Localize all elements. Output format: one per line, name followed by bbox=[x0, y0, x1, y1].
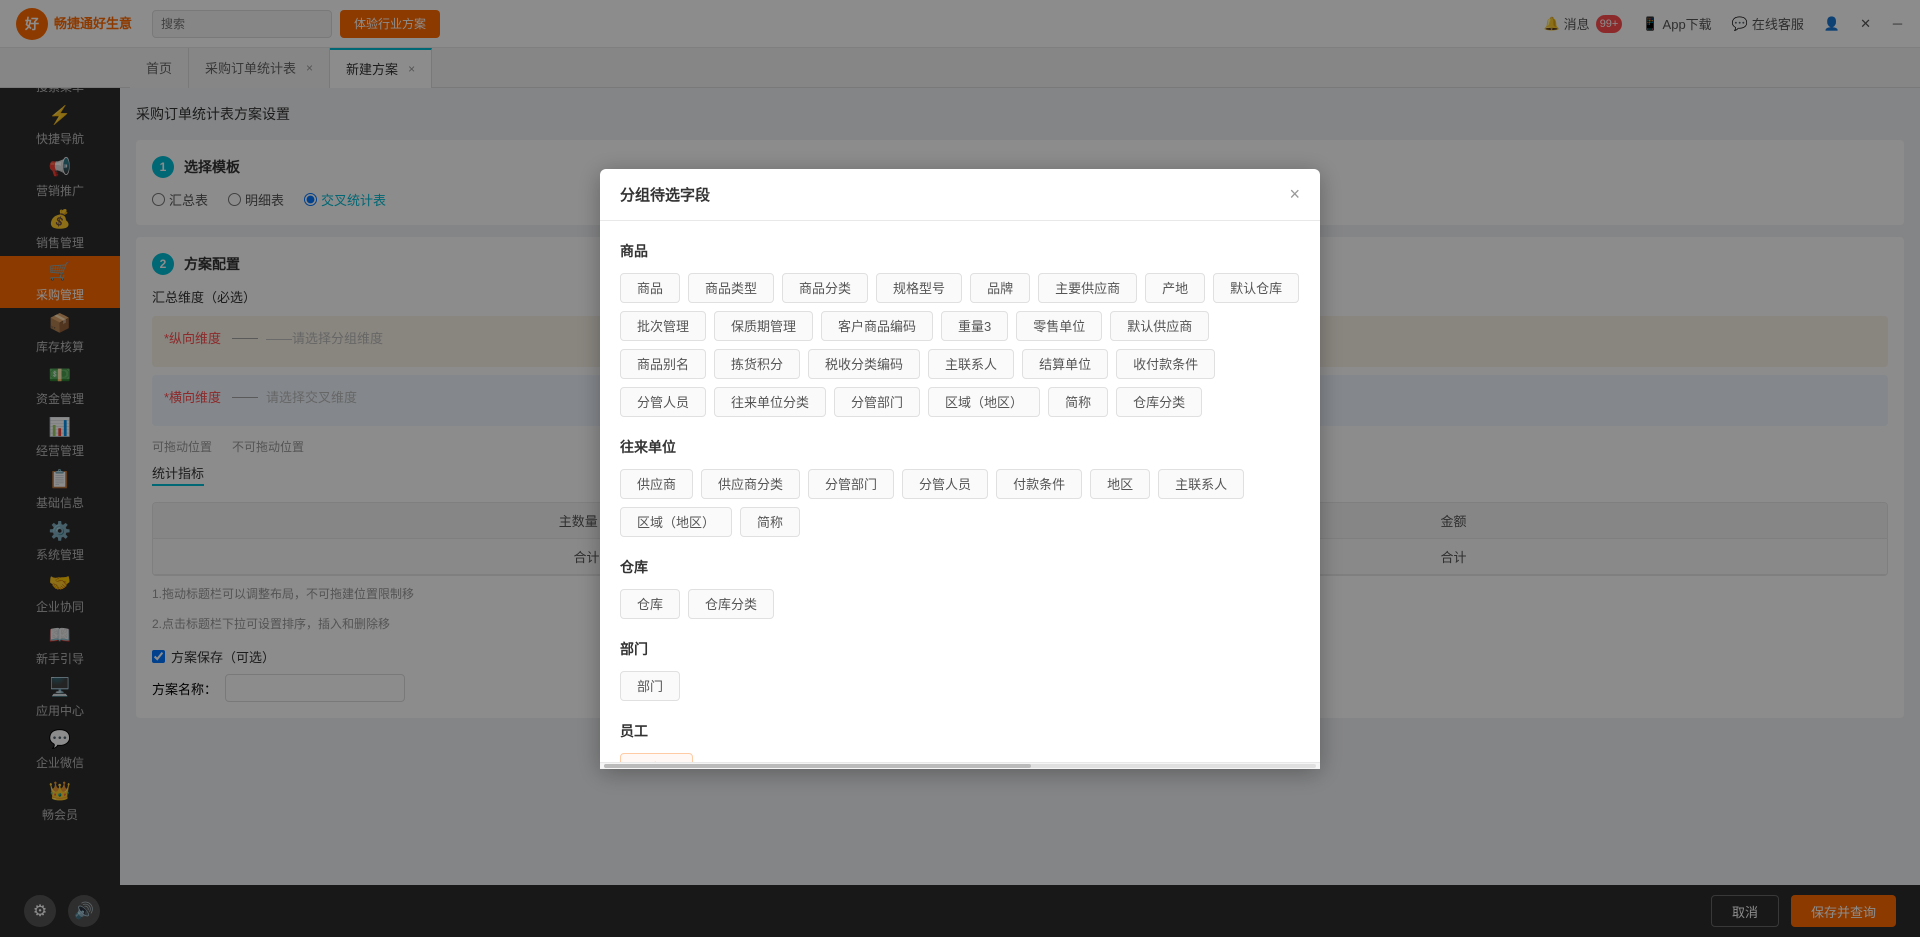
field-tag[interactable]: 分管部门 bbox=[808, 469, 894, 499]
section-title-dept: 部门 bbox=[620, 639, 1300, 659]
field-tag[interactable]: 拣货积分 bbox=[714, 349, 800, 379]
field-section-staff: 员工 业务员 bbox=[620, 721, 1300, 763]
field-section-partner: 往来单位 供应商供应商分类分管部门分管人员付款条件地区主联系人区域（地区） 简称 bbox=[620, 437, 1300, 537]
partner-tags: 供应商供应商分类分管部门分管人员付款条件地区主联系人区域（地区） 简称 bbox=[620, 469, 1300, 537]
field-tag[interactable]: 税收分类编码 bbox=[808, 349, 920, 379]
field-tag[interactable]: 主联系人 bbox=[1158, 469, 1244, 499]
field-tag[interactable]: 主联系人 bbox=[928, 349, 1014, 379]
section-title-partner: 往来单位 bbox=[620, 437, 1300, 457]
field-tag[interactable]: 重量3 bbox=[941, 311, 1008, 341]
h-scrollbar-track bbox=[604, 764, 1316, 768]
field-tag[interactable]: 规格型号 bbox=[876, 273, 962, 303]
field-tag[interactable]: 仓库分类 bbox=[688, 589, 774, 619]
field-tag[interactable]: 保质期管理 bbox=[714, 311, 813, 341]
field-tag[interactable]: 地区 bbox=[1090, 469, 1150, 499]
dialog-title: 分组待选字段 bbox=[620, 184, 710, 205]
h-scrollbar-thumb[interactable] bbox=[604, 764, 1031, 768]
field-tag[interactable]: 商品分类 bbox=[782, 273, 868, 303]
section-title-warehouse: 仓库 bbox=[620, 557, 1300, 577]
field-tag[interactable]: 区域（地区） bbox=[928, 387, 1040, 417]
field-section-product: 商品 商品商品类型商品分类规格型号品牌主要供应商产地默认仓库批次管理保质期管理客… bbox=[620, 241, 1300, 417]
field-tag[interactable]: 供应商分类 bbox=[701, 469, 800, 499]
dialog-header: 分组待选字段 × bbox=[600, 169, 1320, 221]
section-title-product: 商品 bbox=[620, 241, 1300, 261]
field-tag[interactable]: 品牌 bbox=[970, 273, 1030, 303]
staff-tags: 业务员 bbox=[620, 753, 1300, 763]
field-tag[interactable]: 分管人员 bbox=[902, 469, 988, 499]
dialog-h-scrollbar bbox=[600, 762, 1320, 768]
warehouse-tags: 仓库仓库分类 bbox=[620, 589, 1300, 619]
field-tag[interactable]: 付款条件 bbox=[996, 469, 1082, 499]
field-tag[interactable]: 客户商品编码 bbox=[821, 311, 933, 341]
field-tag[interactable]: 部门 bbox=[620, 671, 680, 701]
field-section-warehouse: 仓库 仓库仓库分类 bbox=[620, 557, 1300, 619]
field-tag[interactable]: 批次管理 bbox=[620, 311, 706, 341]
field-tag[interactable]: 产地 bbox=[1145, 273, 1205, 303]
field-tag[interactable]: 默认供应商 bbox=[1110, 311, 1209, 341]
field-section-dept: 部门 部门 bbox=[620, 639, 1300, 701]
field-tag[interactable]: 供应商 bbox=[620, 469, 693, 499]
section-title-staff: 员工 bbox=[620, 721, 1300, 741]
dialog-body[interactable]: 商品 商品商品类型商品分类规格型号品牌主要供应商产地默认仓库批次管理保质期管理客… bbox=[600, 221, 1320, 763]
field-tag[interactable]: 区域（地区） bbox=[620, 507, 732, 537]
dept-tags: 部门 bbox=[620, 671, 1300, 701]
field-tag[interactable]: 分管部门 bbox=[834, 387, 920, 417]
field-tag[interactable]: 分管人员 bbox=[620, 387, 706, 417]
field-tag[interactable]: 简称 bbox=[740, 507, 800, 537]
field-tag[interactable]: 商品类型 bbox=[688, 273, 774, 303]
field-tag[interactable]: 零售单位 bbox=[1016, 311, 1102, 341]
field-tag[interactable]: 仓库分类 bbox=[1116, 387, 1202, 417]
overlay: 分组待选字段 × 商品 商品商品类型商品分类规格型号品牌主要供应商产地默认仓库批… bbox=[0, 0, 1920, 937]
field-tag[interactable]: 收付款条件 bbox=[1116, 349, 1215, 379]
field-tag[interactable]: 简称 bbox=[1048, 387, 1108, 417]
field-tag[interactable]: 业务员 bbox=[620, 753, 693, 763]
field-tag[interactable]: 商品 bbox=[620, 273, 680, 303]
field-tag[interactable]: 往来单位分类 bbox=[714, 387, 826, 417]
field-tag[interactable]: 结算单位 bbox=[1022, 349, 1108, 379]
product-tags: 商品商品类型商品分类规格型号品牌主要供应商产地默认仓库批次管理保质期管理客户商品… bbox=[620, 273, 1300, 417]
field-tag[interactable]: 仓库 bbox=[620, 589, 680, 619]
field-tag[interactable]: 主要供应商 bbox=[1038, 273, 1137, 303]
dialog: 分组待选字段 × 商品 商品商品类型商品分类规格型号品牌主要供应商产地默认仓库批… bbox=[600, 169, 1320, 769]
field-tag[interactable]: 商品别名 bbox=[620, 349, 706, 379]
dialog-close-button[interactable]: × bbox=[1289, 184, 1300, 205]
field-tag[interactable]: 默认仓库 bbox=[1213, 273, 1299, 303]
